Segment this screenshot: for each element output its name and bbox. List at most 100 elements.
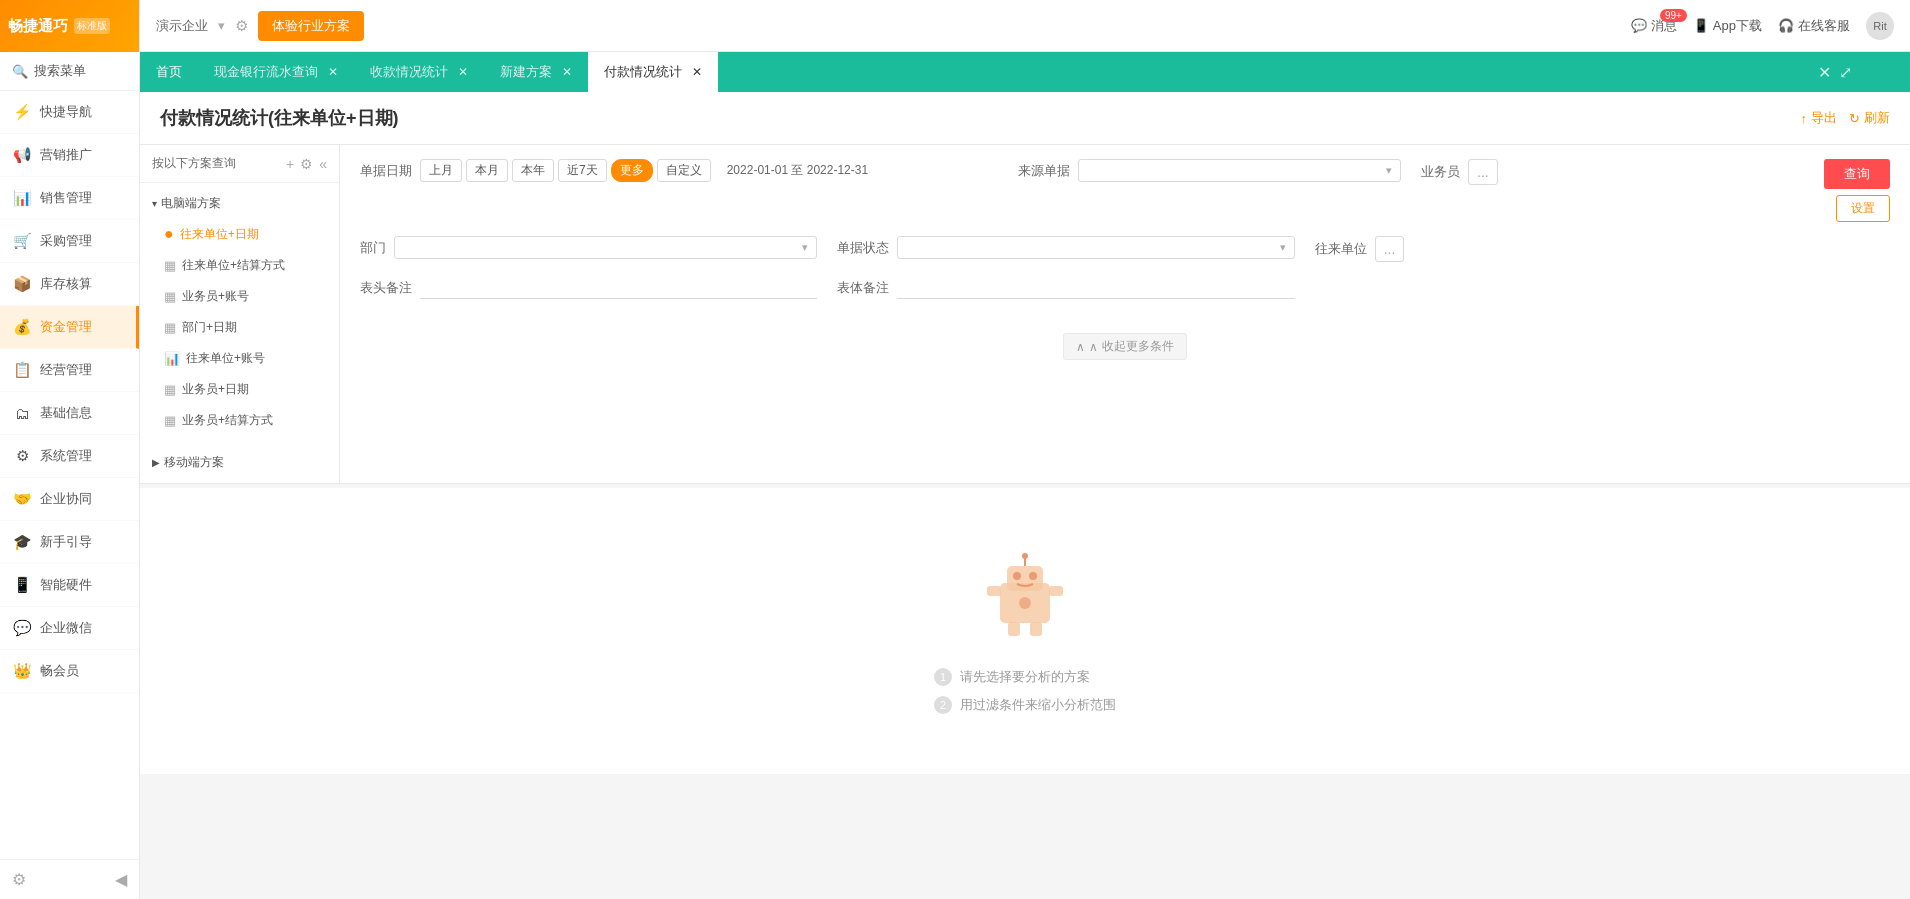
tab-close-payments[interactable]: ✕ (692, 65, 702, 79)
page-actions: ↑ 导出 ↻ 刷新 (1801, 109, 1891, 127)
scheme-item-icon-staff-settle: ▦ (164, 413, 176, 428)
tab-list: 首页现金银行流水查询✕收款情况统计✕新建方案✕付款情况统计✕ (140, 52, 718, 92)
desktop-section-header[interactable]: ▾ 电脑端方案 (140, 189, 339, 218)
mobile-scheme-section: ▶ 移动端方案 (140, 442, 339, 483)
tab-controls: ✕ ⤢ (1818, 63, 1860, 82)
notifications-btn[interactable]: 💬 消息 99+ (1631, 17, 1677, 35)
avatar-text: Rit (1873, 20, 1886, 32)
tab-bank[interactable]: 现金银行流水查询✕ (198, 52, 354, 92)
topbar-gear-icon[interactable]: ⚙ (235, 17, 248, 35)
scheme-item-staff-date[interactable]: ▦业务员+日期 (140, 374, 339, 405)
query-btn[interactable]: 查询 (1824, 159, 1890, 189)
table-body-note-input[interactable] (897, 276, 1294, 299)
collapse-btn[interactable]: ∧ ∧ 收起更多条件 (1063, 333, 1186, 360)
sidebar-item-guide[interactable]: 🎓 新手引导 (0, 521, 139, 564)
scheme-item-unit-settle[interactable]: ▦往来单位+结算方式 (140, 250, 339, 281)
tab-payments[interactable]: 付款情况统计✕ (588, 52, 718, 92)
online-service-btn[interactable]: 🎧 在线客服 (1778, 17, 1850, 35)
scheme-item-staff-settle[interactable]: ▦业务员+结算方式 (140, 405, 339, 436)
scheme-item-icon-staff-date: ▦ (164, 382, 176, 397)
nav-label-guide: 新手引导 (40, 533, 92, 551)
sidebar-item-wechat[interactable]: 💬 企业微信 (0, 607, 139, 650)
nav-label-operations: 经营管理 (40, 361, 92, 379)
sidebar-item-quick-nav[interactable]: ⚡ 快捷导航 (0, 91, 139, 134)
collapse-row: ∧ ∧ 收起更多条件 (360, 313, 1890, 380)
voucher-status-select[interactable]: ▾ (897, 236, 1294, 259)
sidebar-item-purchase[interactable]: 🛒 采购管理 (0, 220, 139, 263)
maximize-btn[interactable]: ⤢ (1839, 63, 1852, 82)
scheme-settings-icon[interactable]: ⚙ (300, 156, 313, 172)
dept-select-arrow: ▾ (802, 241, 808, 254)
date-btn-more[interactable]: 更多 (611, 159, 653, 182)
tab-close-bank[interactable]: ✕ (328, 65, 338, 79)
sidebar-item-system[interactable]: ⚙ 系统管理 (0, 435, 139, 478)
message-icon: 💬 (1631, 18, 1647, 33)
table-header-note-input[interactable] (420, 276, 817, 299)
filter-row-3: 表头备注 表体备注 (360, 276, 1890, 299)
scheme-item-unit-date[interactable]: ●往来单位+日期 (140, 218, 339, 250)
company-dropdown-icon[interactable]: ▾ (218, 18, 225, 33)
sidebar-item-hardware[interactable]: 📱 智能硬件 (0, 564, 139, 607)
tab-home[interactable]: 首页 (140, 52, 198, 92)
app-download-btn[interactable]: 📱 App下载 (1693, 17, 1762, 35)
tab-close-new-scheme[interactable]: ✕ (562, 65, 572, 79)
trial-btn[interactable]: 体验行业方案 (258, 11, 364, 41)
close-tab-btn[interactable]: ✕ (1818, 63, 1831, 82)
desktop-section-label: 电脑端方案 (161, 195, 221, 212)
export-label: 导出 (1811, 109, 1837, 127)
user-avatar[interactable]: Rit (1866, 12, 1894, 40)
main-area: 演示企业 ▾ ⚙ 体验行业方案 💬 消息 99+ 📱 App下载 🎧 在线客服 … (140, 0, 1910, 899)
staff-label: 业务员 (1421, 163, 1460, 181)
date-btn-last_month[interactable]: 上月 (420, 159, 462, 182)
filter-settings-btn[interactable]: 设置 (1836, 195, 1890, 222)
filter-table-body-note: 表体备注 (837, 276, 1294, 299)
nav-icon-wechat: 💬 (12, 618, 32, 638)
refresh-btn[interactable]: ↻ 刷新 (1849, 109, 1890, 127)
date-btn-last_7_days[interactable]: 近7天 (558, 159, 607, 182)
sidebar-search-label: 搜索菜单 (34, 62, 86, 80)
dept-select[interactable]: ▾ (394, 236, 817, 259)
tab-new-scheme[interactable]: 新建方案✕ (484, 52, 588, 92)
sidebar-item-marketing[interactable]: 📢 营销推广 (0, 134, 139, 177)
nav-label-system: 系统管理 (40, 447, 92, 465)
svg-rect-8 (1008, 622, 1020, 636)
hint-num-1: 1 (934, 668, 952, 686)
topbar-left: 演示企业 ▾ ⚙ 体验行业方案 (156, 11, 364, 41)
scheme-item-unit-account[interactable]: 📊往来单位+账号 (140, 343, 339, 374)
scheme-item-dept-date[interactable]: ▦部门+日期 (140, 312, 339, 343)
sidebar-nav: ⚡ 快捷导航 📢 营销推广 📊 销售管理 🛒 采购管理 📦 库存核算 💰 资金管… (0, 91, 139, 693)
tab-receipts[interactable]: 收款情况统计✕ (354, 52, 484, 92)
export-btn[interactable]: ↑ 导出 (1801, 109, 1838, 127)
date-btn-this_year[interactable]: 本年 (512, 159, 554, 182)
svg-rect-1 (1007, 566, 1043, 591)
tab-close-receipts[interactable]: ✕ (458, 65, 468, 79)
sidebar-item-collab[interactable]: 🤝 企业协同 (0, 478, 139, 521)
scheme-collapse-icon[interactable]: « (319, 156, 327, 172)
refresh-label: 刷新 (1864, 109, 1890, 127)
date-btn-this_month[interactable]: 本月 (466, 159, 508, 182)
sidebar-item-inventory[interactable]: 📦 库存核算 (0, 263, 139, 306)
sidebar-search[interactable]: 🔍 搜索菜单 (0, 52, 139, 91)
desktop-scheme-section: ▾ 电脑端方案 ●往来单位+日期▦往来单位+结算方式▦业务员+账号▦部门+日期📊… (140, 183, 339, 442)
nav-label-quick-nav: 快捷导航 (40, 103, 92, 121)
sidebar-item-sales[interactable]: 📊 销售管理 (0, 177, 139, 220)
collapse-sidebar-icon[interactable]: ◀ (115, 870, 127, 889)
date-btn-custom[interactable]: 自定义 (657, 159, 711, 182)
sidebar-item-vip[interactable]: 👑 畅会员 (0, 650, 139, 693)
sidebar-item-capital[interactable]: 💰 资金管理 (0, 306, 139, 349)
nav-label-hardware: 智能硬件 (40, 576, 92, 594)
staff-select-btn[interactable]: ... (1468, 159, 1498, 185)
sidebar-item-operations[interactable]: 📋 经营管理 (0, 349, 139, 392)
hint-text-2: 用过滤条件来缩小分析范围 (960, 696, 1116, 714)
settings-icon[interactable]: ⚙ (12, 870, 26, 889)
date-label: 单据日期 (360, 162, 412, 180)
company-name[interactable]: 演示企业 (156, 17, 208, 35)
add-scheme-icon[interactable]: + (286, 156, 294, 172)
sidebar-item-basic[interactable]: 🗂 基础信息 (0, 392, 139, 435)
mobile-section-header[interactable]: ▶ 移动端方案 (140, 448, 339, 477)
partner-select-btn[interactable]: ... (1375, 236, 1405, 262)
scheme-item-icon-staff-account: ▦ (164, 289, 176, 304)
scheme-item-staff-account[interactable]: ▦业务员+账号 (140, 281, 339, 312)
nav-label-wechat: 企业微信 (40, 619, 92, 637)
source-select[interactable]: ▾ (1078, 159, 1401, 182)
